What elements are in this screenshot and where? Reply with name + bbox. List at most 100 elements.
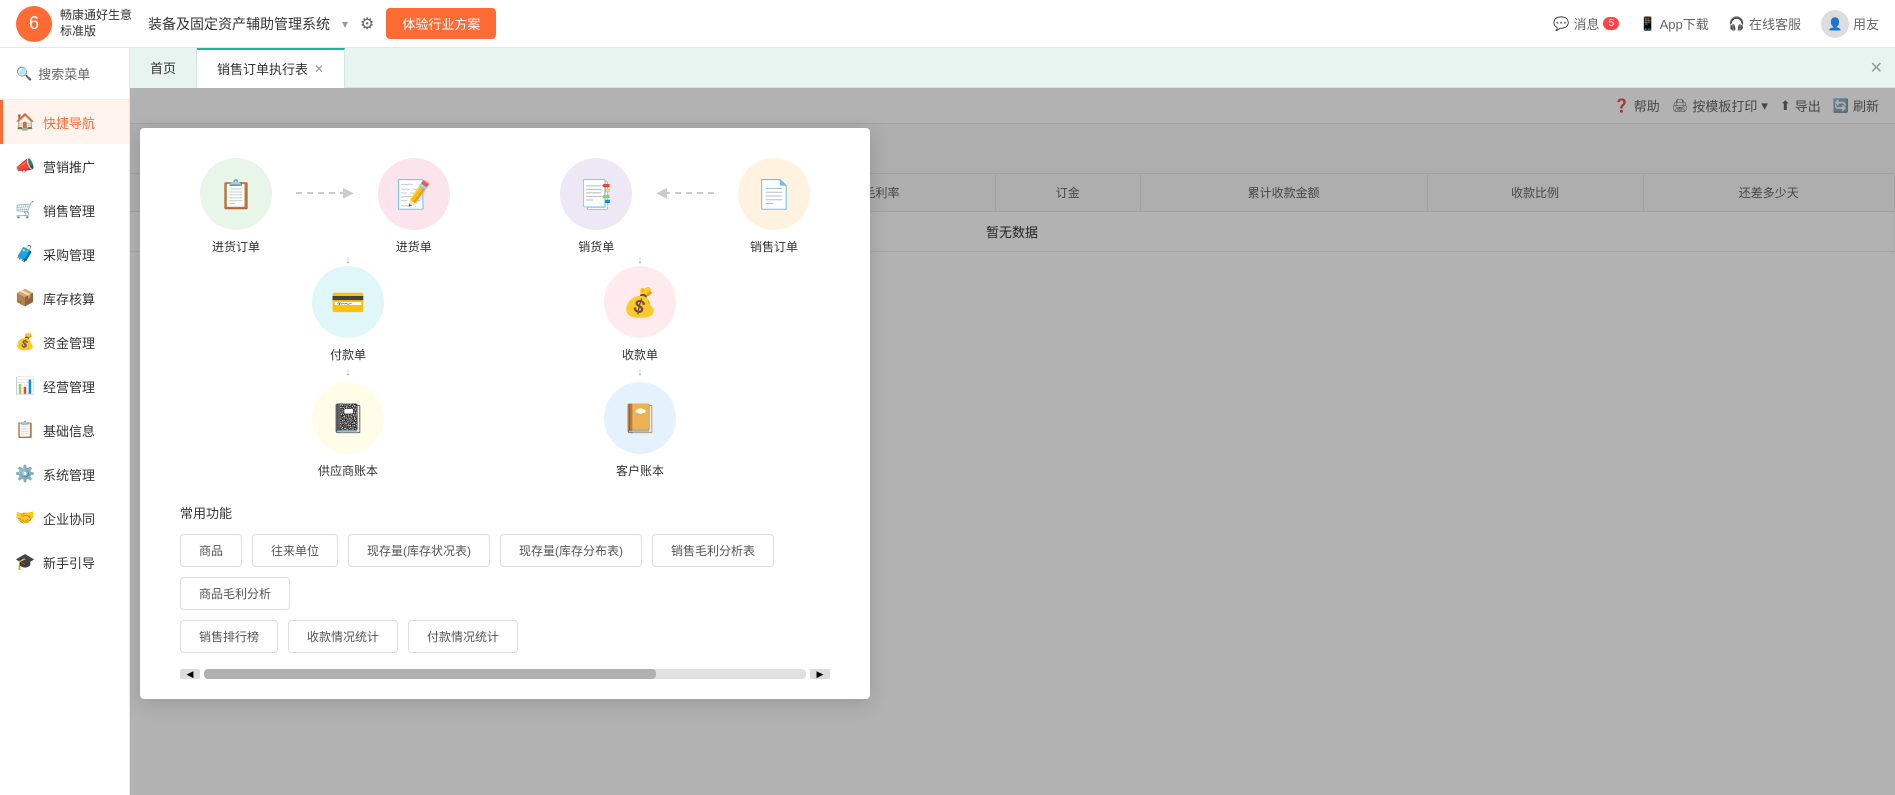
- sidebar-item-quick-nav[interactable]: 🏠 快捷导航: [0, 100, 129, 144]
- btn-sales-profit-analysis[interactable]: 销售毛利分析表: [652, 534, 774, 567]
- receipt-label: 收款单: [622, 346, 658, 363]
- app-download-label: App下载: [1660, 14, 1709, 33]
- sidebar-item-inventory[interactable]: 📦 库存核算: [0, 276, 129, 320]
- sidebar-item-label: 采购管理: [43, 245, 95, 264]
- user-avatar: 👤: [1821, 10, 1849, 38]
- system-icon: ⚙️: [15, 464, 35, 484]
- payment-node[interactable]: 💳 付款单: [312, 266, 384, 363]
- message-label: 消息: [1573, 14, 1599, 33]
- sales-icon: 🛒: [15, 200, 35, 220]
- sidebar-item-finance[interactable]: 💰 资金管理: [0, 320, 129, 364]
- scrollbar-thumb: [204, 669, 656, 679]
- service-icon: 🎧: [1729, 16, 1745, 32]
- arrow-purchase-to-receipt: ▶: [296, 184, 354, 201]
- scroll-left-button[interactable]: ◀: [180, 669, 200, 679]
- sales-receipt-label: 销售订单: [750, 238, 798, 255]
- sales-order-exec-tab-label: 销售订单执行表: [217, 59, 308, 78]
- logo-text: 畅康通好生意 标准版: [60, 8, 132, 39]
- tab-home[interactable]: 首页: [130, 48, 197, 88]
- sidebar-item-label: 资金管理: [43, 333, 95, 352]
- payment-icon: 💳: [312, 266, 384, 338]
- btn-receipt-stats[interactable]: 收款情况统计: [288, 620, 398, 653]
- page-content: ❓ 帮助 🖨 按模板打印 ▾ ⬆ 导出 🔄 刷新: [130, 88, 1895, 795]
- sales-order-node[interactable]: 📑 销货单: [560, 158, 632, 255]
- customer-ledger-label: 客户账本: [616, 462, 664, 479]
- sidebar: 🔍 搜索菜单 🏠 快捷导航 📣 营销推广 🛒 销售管理 🧳 采购管理 📦 库存核…: [0, 48, 130, 795]
- sidebar-item-operations[interactable]: 📊 经营管理: [0, 364, 129, 408]
- btn-inventory-dist[interactable]: 现存量(库存分布表): [500, 534, 642, 567]
- btn-sales-ranking[interactable]: 销售排行榜: [180, 620, 278, 653]
- scrollbar-track[interactable]: [204, 669, 806, 679]
- app-icon: 📱: [1639, 16, 1655, 32]
- customer-ledger-node[interactable]: 📔 客户账本: [604, 382, 676, 479]
- purchase-order-node[interactable]: 📋 进货订单: [200, 158, 272, 255]
- sidebar-item-basic-info[interactable]: 📋 基础信息: [0, 408, 129, 452]
- sales-receipt-node[interactable]: 📄 销售订单: [738, 158, 810, 255]
- logo-icon: 6: [16, 6, 52, 42]
- app-download-action[interactable]: 📱 App下载: [1639, 14, 1708, 33]
- message-action[interactable]: 💬 消息 5: [1553, 14, 1619, 33]
- scroll-right-button[interactable]: ▶: [810, 669, 830, 679]
- online-service-action[interactable]: 🎧 在线客服: [1729, 14, 1801, 33]
- tab-sales-order-exec[interactable]: 销售订单执行表 ✕: [197, 48, 345, 88]
- sidebar-item-newbie[interactable]: 🎓 新手引导: [0, 540, 129, 584]
- tab-bar-close-button[interactable]: ✕: [1858, 58, 1895, 78]
- supplier-ledger-icon: 📓: [312, 382, 384, 454]
- sidebar-item-marketing[interactable]: 📣 营销推广: [0, 144, 129, 188]
- arrow-down-from-sales-order: ↓ 💰 收款单 ↓: [604, 255, 676, 479]
- receipt-icon: 💰: [604, 266, 676, 338]
- system-dropdown-icon[interactable]: ▾: [342, 17, 348, 31]
- workflow-row-1: 📋 进货订单 ▶: [180, 158, 830, 255]
- payment-label: 付款单: [330, 346, 366, 363]
- supplier-ledger-label: 供应商账本: [318, 462, 378, 479]
- tab-close-icon[interactable]: ✕: [314, 62, 324, 76]
- finance-icon: 💰: [15, 332, 35, 352]
- purchase-order-label: 进货订单: [212, 238, 260, 255]
- settings-icon[interactable]: ⚙: [360, 14, 374, 34]
- newbie-icon: 🎓: [15, 552, 35, 572]
- enterprise-icon: 🤝: [15, 508, 35, 528]
- purchase-receipt-node[interactable]: 📝 进货单: [378, 158, 450, 255]
- header-left: 6 畅康通好生意 标准版 装备及固定资产辅助管理系统 ▾ ⚙ 体验行业方案: [16, 6, 496, 42]
- search-icon: 🔍: [16, 66, 32, 82]
- message-badge: 5: [1603, 17, 1619, 30]
- common-functions-title: 常用功能: [180, 503, 830, 522]
- search-menu-button[interactable]: 🔍 搜索菜单: [8, 58, 121, 89]
- system-title: 装备及固定资产辅助管理系统: [148, 14, 330, 34]
- common-functions-buttons-row2: 销售排行榜 收款情况统计 付款情况统计: [180, 620, 830, 653]
- home-tab-label: 首页: [150, 58, 176, 77]
- logo-area: 6 畅康通好生意 标准版: [16, 6, 136, 42]
- modal-panel: 📋 进货订单 ▶: [140, 128, 870, 699]
- sales-order-icon: 📑: [560, 158, 632, 230]
- user-name: 用友: [1853, 14, 1879, 33]
- sidebar-item-label: 营销推广: [43, 157, 95, 176]
- btn-product-profit-analysis[interactable]: 商品毛利分析: [180, 577, 290, 610]
- message-icon: 💬: [1553, 16, 1569, 32]
- sales-receipt-icon: 📄: [738, 158, 810, 230]
- sales-order-label: 销货单: [578, 238, 614, 255]
- sidebar-item-label: 新手引导: [43, 553, 95, 572]
- btn-product[interactable]: 商品: [180, 534, 242, 567]
- sidebar-item-sales[interactable]: 🛒 销售管理: [0, 188, 129, 232]
- search-menu-label: 搜索菜单: [38, 64, 90, 83]
- trial-button[interactable]: 体验行业方案: [386, 8, 496, 39]
- sidebar-item-purchase[interactable]: 🧳 采购管理: [0, 232, 129, 276]
- inventory-icon: 📦: [15, 288, 35, 308]
- common-functions-section: 常用功能 商品 往来单位 现存量(库存状况表) 现存量(库存分布表) 销售毛利分…: [180, 503, 830, 653]
- sidebar-item-system[interactable]: ⚙️ 系统管理: [0, 452, 129, 496]
- quick-nav-icon: 🏠: [15, 112, 35, 132]
- btn-payment-stats[interactable]: 付款情况统计: [408, 620, 518, 653]
- btn-contacts[interactable]: 往来单位: [252, 534, 338, 567]
- main-layout: 🔍 搜索菜单 🏠 快捷导航 📣 营销推广 🛒 销售管理 🧳 采购管理 📦 库存核…: [0, 48, 1895, 795]
- online-service-label: 在线客服: [1749, 14, 1801, 33]
- btn-inventory-status[interactable]: 现存量(库存状况表): [348, 534, 490, 567]
- content-area: 首页 销售订单执行表 ✕ ✕ ❓ 帮助 🖨 按模板打印 ▾: [130, 48, 1895, 795]
- modal-overlay: 📋 进货订单 ▶: [130, 88, 1895, 795]
- supplier-ledger-node[interactable]: 📓 供应商账本: [312, 382, 384, 479]
- purchase-order-icon: 📋: [200, 158, 272, 230]
- user-area[interactable]: 👤 用友: [1821, 10, 1879, 38]
- receipt-node[interactable]: 💰 收款单: [604, 266, 676, 363]
- sidebar-item-enterprise[interactable]: 🤝 企业协同: [0, 496, 129, 540]
- sidebar-item-label: 库存核算: [43, 289, 95, 308]
- sidebar-item-label: 销售管理: [43, 201, 95, 220]
